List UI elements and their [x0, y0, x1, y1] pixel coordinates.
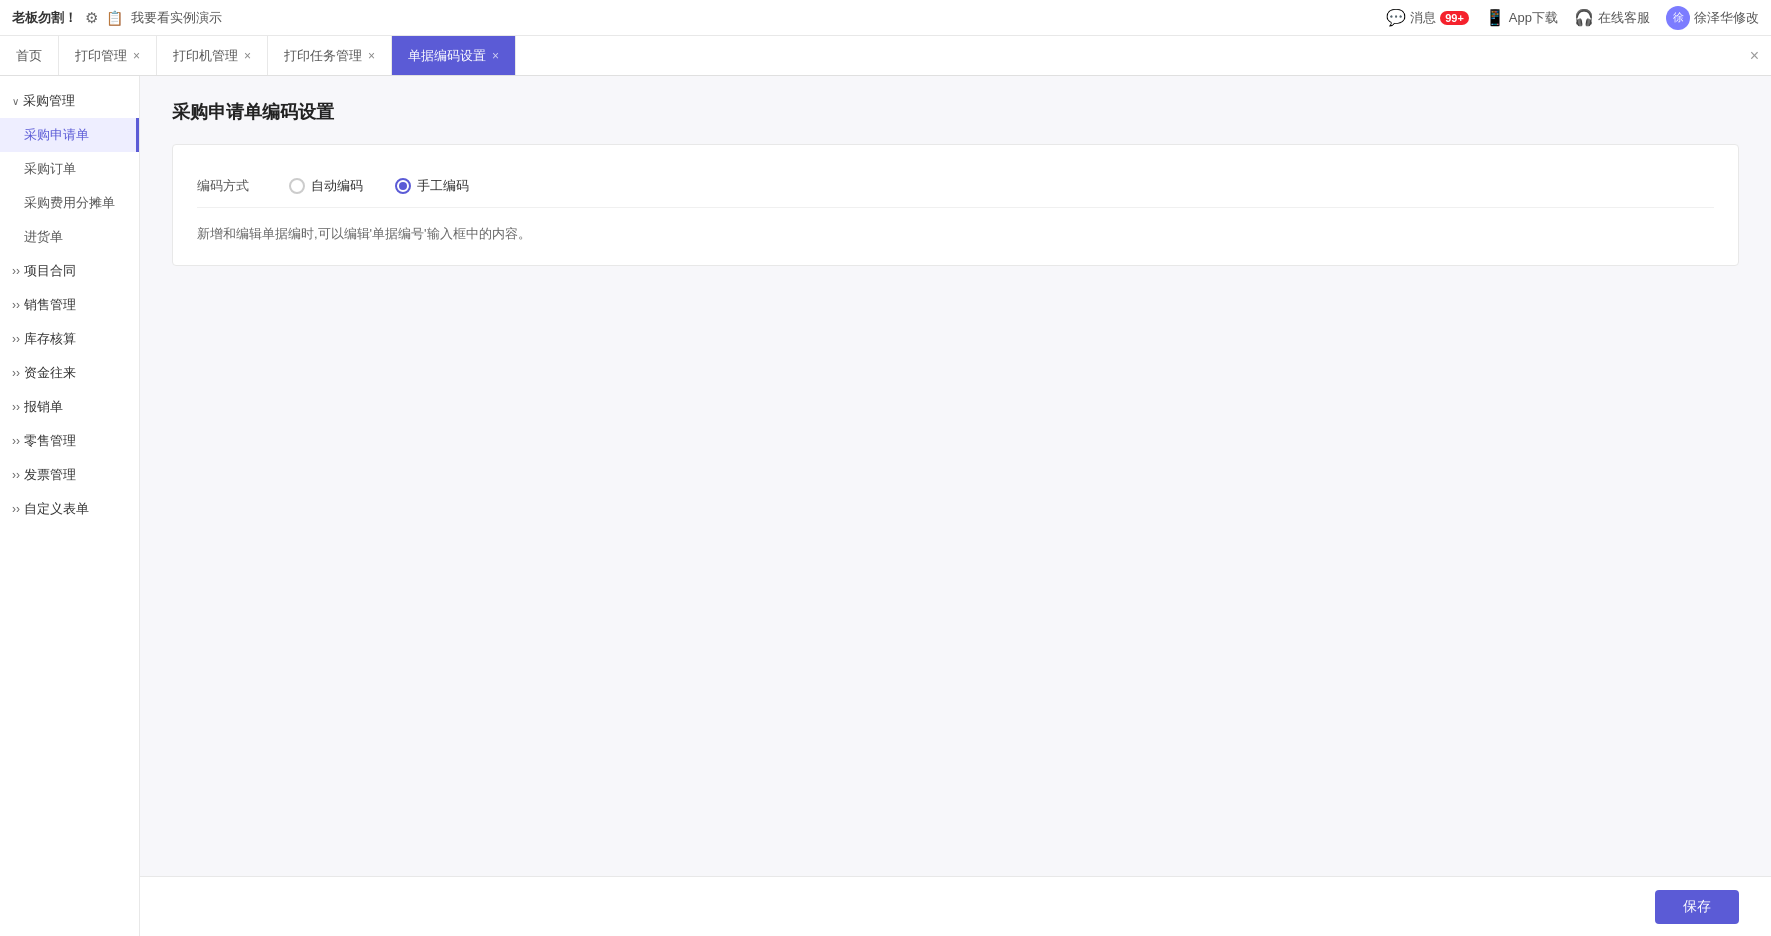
sidebar-group-custom-form[interactable]: › 自定义表单 [0, 492, 139, 526]
sidebar-group-purchase[interactable]: 采购管理 [0, 84, 139, 118]
tab-print-manage-close[interactable]: × [133, 49, 140, 63]
app-download-button[interactable]: App下载 [1485, 8, 1558, 27]
top-bar: 老板勿割！ 我要看实例演示 消息 99+ App下载 在线客服 徐 徐泽华修改 [0, 0, 1771, 36]
message-icon [1386, 8, 1406, 27]
sidebar-group-project-contract[interactable]: › 项目合同 [0, 254, 139, 288]
tab-print-task-close[interactable]: × [368, 49, 375, 63]
sidebar-group-returns-label: 报销单 [24, 398, 63, 416]
app-download-label: App下载 [1509, 9, 1558, 27]
sales-arrow-icon: › [12, 298, 20, 312]
settings-panel: 编码方式 自动编码 手工编码 新增和编辑单据编时,可以编辑'单据编号'输入框中的… [172, 144, 1739, 266]
auto-encoding-label: 自动编码 [311, 177, 363, 195]
content-area: 采购申请单编码设置 编码方式 自动编码 手工编码 新增和编辑单据编时,可以编辑'… [140, 76, 1771, 936]
message-badge: 99+ [1440, 11, 1469, 25]
auto-encoding-option[interactable]: 自动编码 [289, 177, 363, 195]
sidebar-item-purchase-expense-label: 采购费用分摊单 [24, 195, 115, 210]
logo-text: 老板勿割！ [12, 9, 77, 27]
sidebar-group-fund-label: 资金往来 [24, 364, 76, 382]
demo-icon [106, 10, 123, 26]
content-footer: 保存 [140, 876, 1771, 936]
user-name: 徐泽华修改 [1694, 9, 1759, 27]
sidebar-group-returns[interactable]: › 报销单 [0, 390, 139, 424]
tab-printer-manage[interactable]: 打印机管理 × [157, 36, 268, 75]
sidebar-group-inventory-label: 库存核算 [24, 330, 76, 348]
retail-arrow-icon: › [12, 434, 20, 448]
tab-single-code-label: 单据编码设置 [408, 47, 486, 65]
sidebar: 采购管理 采购申请单 采购订单 采购费用分摊单 进货单 › 项目合同 › 销售管… [0, 76, 140, 936]
sidebar-item-purchase-expense[interactable]: 采购费用分摊单 [0, 186, 139, 220]
invoice-arrow-icon: › [12, 468, 20, 482]
purchase-arrow-icon [12, 96, 19, 107]
manual-encoding-radio[interactable] [395, 178, 411, 194]
top-bar-right: 消息 99+ App下载 在线客服 徐 徐泽华修改 [1386, 6, 1759, 30]
auto-encoding-radio[interactable] [289, 178, 305, 194]
save-button[interactable]: 保存 [1655, 890, 1739, 924]
demo-text[interactable]: 我要看实例演示 [131, 9, 222, 27]
sidebar-group-custom-form-label: 自定义表单 [24, 500, 89, 518]
sidebar-item-purchase-order[interactable]: 采购订单 [0, 152, 139, 186]
encoding-method-label: 编码方式 [197, 177, 257, 195]
online-service-label: 在线客服 [1598, 9, 1650, 27]
sidebar-item-purchase-order-label: 采购订单 [24, 161, 76, 176]
custom-form-arrow-icon: › [12, 502, 20, 516]
description-text: 新增和编辑单据编时,可以编辑'单据编号'输入框中的内容。 [197, 224, 1714, 245]
message-button[interactable]: 消息 99+ [1386, 8, 1469, 27]
service-icon [1574, 8, 1594, 27]
tab-printer-manage-label: 打印机管理 [173, 47, 238, 65]
tab-print-task-label: 打印任务管理 [284, 47, 362, 65]
app-icon [1485, 8, 1505, 27]
encoding-row: 编码方式 自动编码 手工编码 [197, 165, 1714, 208]
top-bar-left: 老板勿割！ 我要看实例演示 [12, 9, 222, 27]
online-service-button[interactable]: 在线客服 [1574, 8, 1650, 27]
page-title: 采购申请单编码设置 [172, 100, 1739, 124]
tab-bar-end: × [516, 36, 1771, 75]
sidebar-group-invoice-label: 发票管理 [24, 466, 76, 484]
sidebar-group-project-contract-label: 项目合同 [24, 262, 76, 280]
main-layout: 采购管理 采购申请单 采购订单 采购费用分摊单 进货单 › 项目合同 › 销售管… [0, 76, 1771, 936]
sidebar-group-fund[interactable]: › 资金往来 [0, 356, 139, 390]
manual-encoding-label: 手工编码 [417, 177, 469, 195]
tab-single-code-close[interactable]: × [492, 49, 499, 63]
tab-home[interactable]: 首页 [0, 36, 59, 75]
sidebar-group-inventory[interactable]: › 库存核算 [0, 322, 139, 356]
project-contract-arrow-icon: › [12, 264, 20, 278]
sidebar-group-sales[interactable]: › 销售管理 [0, 288, 139, 322]
sidebar-group-retail-label: 零售管理 [24, 432, 76, 450]
sidebar-group-retail[interactable]: › 零售管理 [0, 424, 139, 458]
tab-close-all[interactable]: × [1750, 47, 1759, 65]
sidebar-group-invoice[interactable]: › 发票管理 [0, 458, 139, 492]
sidebar-group-purchase-label: 采购管理 [23, 92, 75, 110]
sidebar-item-purchase-request-label: 采购申请单 [24, 127, 89, 142]
tab-print-task[interactable]: 打印任务管理 × [268, 36, 392, 75]
tab-print-manage-label: 打印管理 [75, 47, 127, 65]
message-label: 消息 [1410, 9, 1436, 27]
fund-arrow-icon: › [12, 366, 20, 380]
content-inner: 采购申请单编码设置 编码方式 自动编码 手工编码 新增和编辑单据编时,可以编辑'… [140, 76, 1771, 876]
manual-encoding-option[interactable]: 手工编码 [395, 177, 469, 195]
avatar: 徐 [1666, 6, 1690, 30]
sidebar-item-incoming-label: 进货单 [24, 229, 63, 244]
returns-arrow-icon: › [12, 400, 20, 414]
tab-print-manage[interactable]: 打印管理 × [59, 36, 157, 75]
sidebar-group-sales-label: 销售管理 [24, 296, 76, 314]
settings-icon[interactable] [85, 9, 98, 27]
inventory-arrow-icon: › [12, 332, 20, 346]
tab-home-label: 首页 [16, 47, 42, 65]
sidebar-item-incoming[interactable]: 进货单 [0, 220, 139, 254]
tab-single-code[interactable]: 单据编码设置 × [392, 36, 516, 75]
tab-bar: 首页 打印管理 × 打印机管理 × 打印任务管理 × 单据编码设置 × × [0, 36, 1771, 76]
sidebar-item-purchase-request[interactable]: 采购申请单 [0, 118, 139, 152]
tab-printer-manage-close[interactable]: × [244, 49, 251, 63]
user-menu[interactable]: 徐 徐泽华修改 [1666, 6, 1759, 30]
